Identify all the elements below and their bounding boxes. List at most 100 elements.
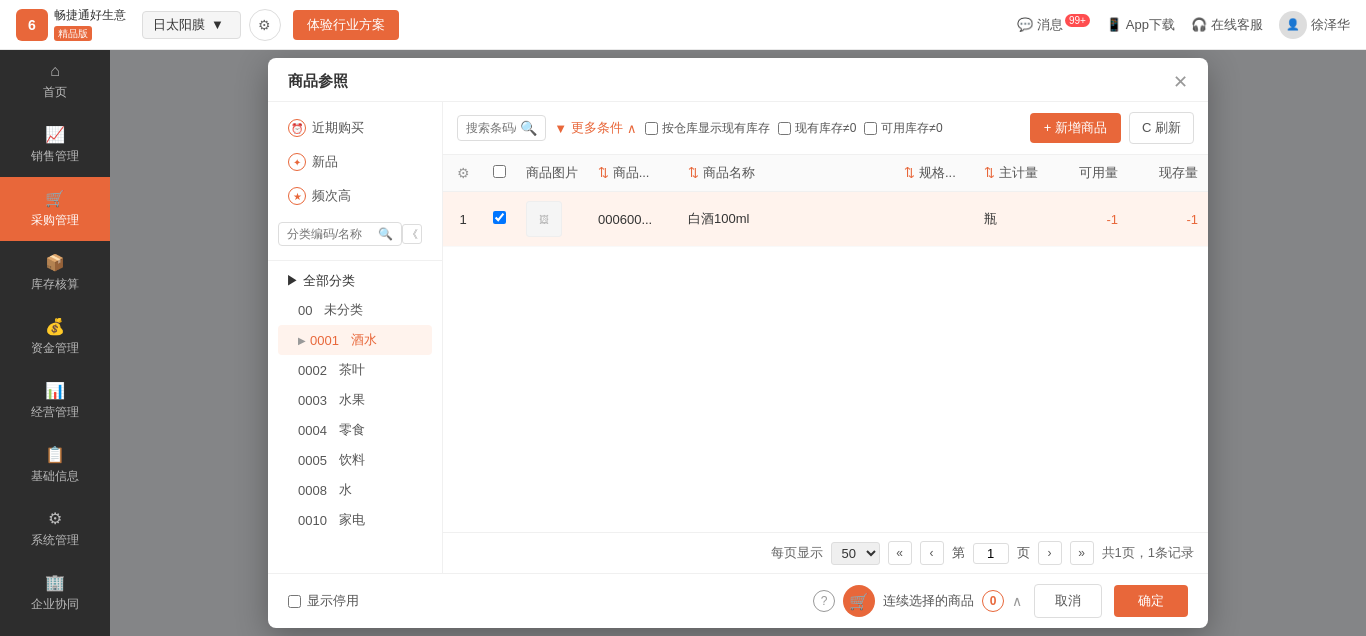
category-name-0002: 茶叶 xyxy=(339,361,365,379)
refresh-button[interactable]: C 刷新 xyxy=(1129,112,1194,144)
shopping-cart-icon: 🛒 xyxy=(849,592,869,611)
recent-purchase-nav-item[interactable]: ⏰ 近期购买 xyxy=(278,112,432,144)
cart-icon-button[interactable]: 🛒 xyxy=(843,585,875,617)
category-tree: ▶ 全部分类 00 未分类 ▶ 0001 酒水 xyxy=(268,267,442,563)
add-product-button[interactable]: + 新增商品 xyxy=(1030,113,1121,143)
cat-expand-arrow-icon: ▶ xyxy=(298,335,306,346)
total-info: 共1页，1条记录 xyxy=(1102,544,1194,562)
sidebar-item-home[interactable]: ⌂ 首页 xyxy=(0,50,110,113)
row-available: -1 xyxy=(1048,192,1128,247)
cancel-button[interactable]: 取消 xyxy=(1034,584,1102,618)
prev-page-button[interactable]: ‹ xyxy=(920,541,944,565)
sidebar-label-finance: 资金管理 xyxy=(31,340,79,357)
high-freq-nav-item[interactable]: ★ 频次高 xyxy=(278,180,432,212)
show-disabled-check[interactable] xyxy=(288,595,301,608)
sidebar-item-sales[interactable]: 📈 销售管理 xyxy=(0,113,110,177)
last-page-button[interactable]: » xyxy=(1070,541,1094,565)
message-icon: 💬 xyxy=(1017,17,1033,32)
messages-nav-item[interactable]: 💬 消息 99+ xyxy=(1017,16,1090,34)
product-search-box[interactable]: 🔍 xyxy=(457,115,546,141)
settings-icon[interactable]: ⚙ xyxy=(249,9,281,41)
page-word: 第 xyxy=(952,544,965,562)
sidebar-label-inventory: 库存核算 xyxy=(31,276,79,293)
category-item-00[interactable]: 00 未分类 xyxy=(278,295,432,325)
category-search-input[interactable] xyxy=(287,227,374,241)
row-checkbox-cell[interactable] xyxy=(483,192,516,247)
enterprise-icon: 🏢 xyxy=(45,573,65,592)
sidebar-item-finance[interactable]: 💰 资金管理 xyxy=(0,305,110,369)
category-code-0010: 0010 xyxy=(298,513,327,528)
recent-purchase-icon: ⏰ xyxy=(288,119,306,137)
sidebar-item-purchase[interactable]: 🛒 采购管理 xyxy=(0,177,110,241)
new-product-icon: ✦ xyxy=(288,153,306,171)
row-checkbox[interactable] xyxy=(493,211,506,224)
product-search-icon: 🔍 xyxy=(520,120,537,136)
table-settings-icon[interactable]: ⚙ xyxy=(457,165,470,181)
category-all-item[interactable]: ▶ 全部分类 xyxy=(278,267,432,295)
app-download-nav-item[interactable]: 📱 App下载 xyxy=(1106,16,1175,34)
stock-nonzero-checkbox[interactable]: 现有库存≠0 xyxy=(778,120,856,137)
category-code-0008: 0008 xyxy=(298,483,327,498)
filter-icon: ▼ xyxy=(554,121,567,136)
sort-icon-unit: ⇅ xyxy=(984,165,995,180)
modal-title: 商品参照 xyxy=(288,72,348,91)
sidebar-item-guide[interactable]: 📖 新手引导 xyxy=(0,625,110,636)
sidebar-label-operations: 经营管理 xyxy=(31,404,79,421)
show-disabled-checkbox[interactable]: 显示停用 xyxy=(288,592,359,610)
category-item-0002[interactable]: 0002 茶叶 xyxy=(278,355,432,385)
sidebar-item-inventory[interactable]: 📦 库存核算 xyxy=(0,241,110,305)
sidebar-item-base-info[interactable]: 📋 基础信息 xyxy=(0,433,110,497)
store-select[interactable]: 日太阳膜 ▼ xyxy=(142,11,241,39)
inventory-icon: 📦 xyxy=(45,253,65,272)
category-nav-items: ⏰ 近期购买 ✦ 新品 ★ 频次高 xyxy=(268,112,442,214)
category-code-0003: 0003 xyxy=(298,393,327,408)
stock-nonzero-check[interactable] xyxy=(778,122,791,135)
select-all-checkbox[interactable] xyxy=(493,165,506,178)
category-item-0005[interactable]: 0005 饮料 xyxy=(278,445,432,475)
purchase-icon: 🛒 xyxy=(45,189,65,208)
filter-button[interactable]: ▼ 更多条件 ∧ xyxy=(554,119,637,137)
confirm-button[interactable]: 确定 xyxy=(1114,585,1188,617)
category-item-0001[interactable]: ▶ 0001 酒水 xyxy=(278,325,432,355)
row-code: 000600... xyxy=(588,192,678,247)
cart-area: ? 🛒 连续选择的商品 0 ∧ xyxy=(813,585,1022,617)
page-number-input[interactable] xyxy=(973,543,1009,564)
col-header-check xyxy=(483,155,516,192)
trial-button[interactable]: 体验行业方案 xyxy=(293,10,399,40)
sidebar-item-operations[interactable]: 📊 经营管理 xyxy=(0,369,110,433)
category-item-0003[interactable]: 0003 水果 xyxy=(278,385,432,415)
available-nonzero-checkbox[interactable]: 可用库存≠0 xyxy=(864,120,942,137)
sidebar-label-sales: 销售管理 xyxy=(31,148,79,165)
next-page-button[interactable]: › xyxy=(1038,541,1062,565)
cart-count-badge: 0 xyxy=(982,590,1004,612)
page-word2: 页 xyxy=(1017,544,1030,562)
sort-icon: ⇅ xyxy=(598,165,609,180)
product-search-input[interactable] xyxy=(466,121,516,135)
help-icon[interactable]: ? xyxy=(813,590,835,612)
warehouse-display-check[interactable] xyxy=(645,122,658,135)
new-product-nav-item[interactable]: ✦ 新品 xyxy=(278,146,432,178)
first-page-button[interactable]: « xyxy=(888,541,912,565)
user-nav-item[interactable]: 👤 徐泽华 xyxy=(1279,11,1350,39)
modal-overlay: 商品参照 ✕ ⏰ 近期购买 ✦ 新品 xyxy=(110,50,1366,636)
per-page-select[interactable]: 50 xyxy=(831,542,880,565)
category-item-0010[interactable]: 0010 家电 xyxy=(278,505,432,535)
sidebar-item-system[interactable]: ⚙ 系统管理 xyxy=(0,497,110,561)
modal-close-button[interactable]: ✕ xyxy=(1173,73,1188,91)
available-nonzero-check[interactable] xyxy=(864,122,877,135)
online-service-nav-item[interactable]: 🎧 在线客服 xyxy=(1191,16,1263,34)
warehouse-display-checkbox[interactable]: 按仓库显示现有库存 xyxy=(645,120,770,137)
category-item-0004[interactable]: 0004 零食 xyxy=(278,415,432,445)
sidebar-item-enterprise[interactable]: 🏢 企业协同 xyxy=(0,561,110,625)
category-collapse-button[interactable]: 《 xyxy=(402,224,422,244)
logo-icon: 6 xyxy=(16,9,48,41)
row-stock: -1 xyxy=(1128,192,1208,247)
product-image: 🖼 xyxy=(526,201,562,237)
row-num: 1 xyxy=(443,192,483,247)
dropdown-arrow-icon: ▼ xyxy=(211,17,224,32)
category-search[interactable]: 🔍 xyxy=(278,222,402,246)
product-toolbar: 🔍 ▼ 更多条件 ∧ 按仓库显示现有库存 xyxy=(443,102,1208,155)
table-row[interactable]: 1 🖼 xyxy=(443,192,1208,247)
footer-collapse-icon[interactable]: ∧ xyxy=(1012,593,1022,609)
category-item-0008[interactable]: 0008 水 xyxy=(278,475,432,505)
